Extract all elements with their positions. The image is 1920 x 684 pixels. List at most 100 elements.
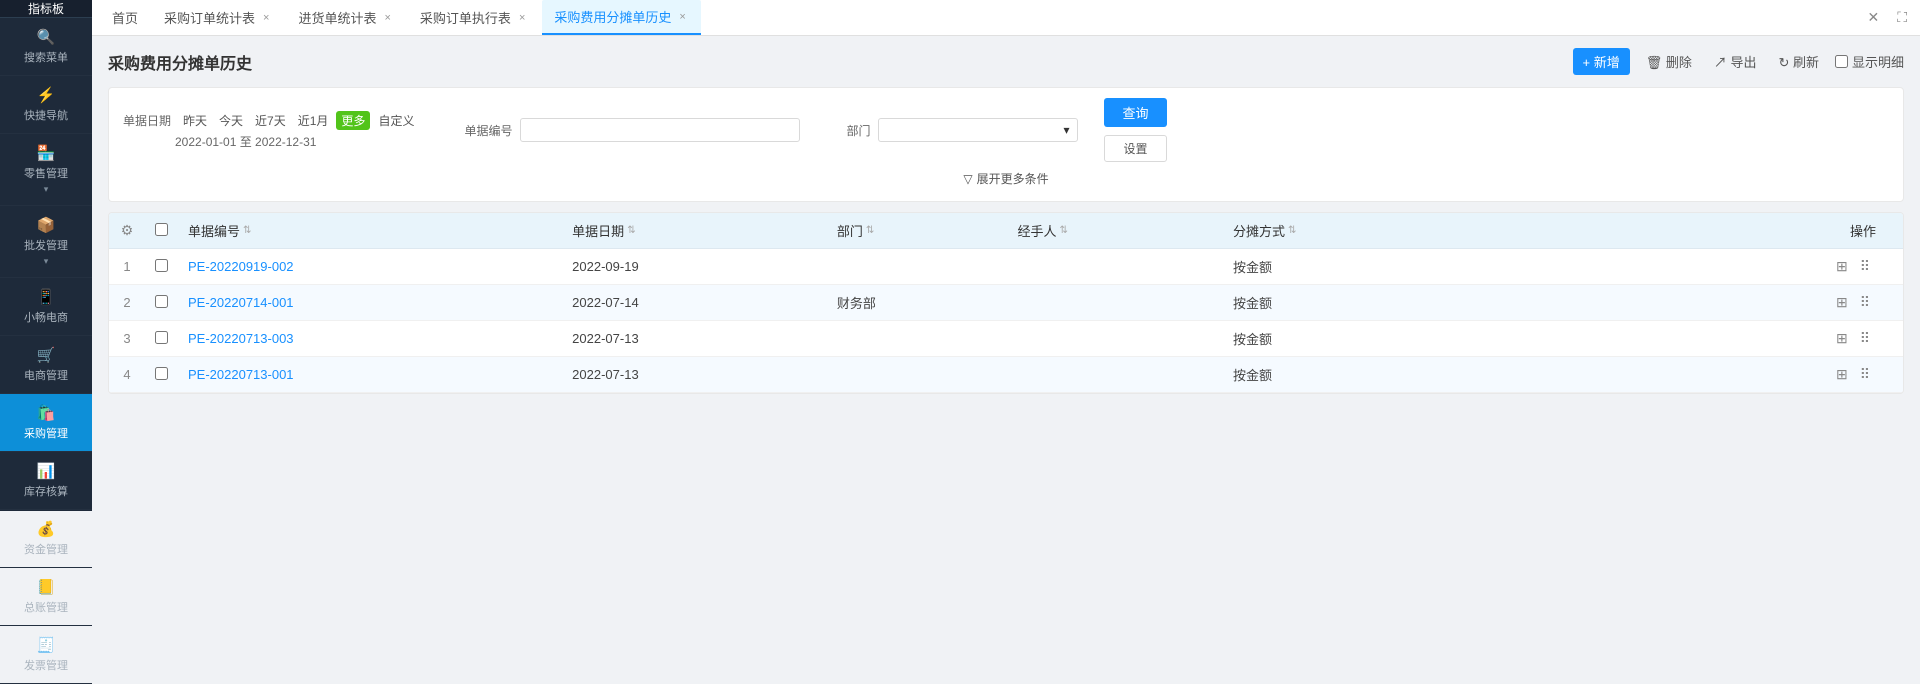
row-cb-2[interactable]: [145, 321, 178, 357]
dept-label: 部门: [846, 122, 870, 139]
tab-bar-right: ✕ ⛶: [1862, 6, 1912, 29]
view-icon-2[interactable]: ⊞: [1833, 328, 1851, 349]
add-button[interactable]: + 新增: [1573, 48, 1630, 75]
expand-window-icon[interactable]: ⛶: [1892, 6, 1912, 29]
tab-home[interactable]: 首页: [100, 0, 150, 35]
inventory-label: 库存核算: [24, 483, 68, 499]
row-action-3: ⊞ ⠿: [1823, 357, 1903, 393]
handler-sort[interactable]: 经手人 ⇅: [1018, 221, 1214, 240]
date-shortcut-0[interactable]: 昨天: [179, 111, 211, 130]
row-handler-3: [1008, 357, 1224, 393]
dept-select[interactable]: ▾: [878, 118, 1078, 142]
tab-purchase-order-exec[interactable]: 采购订单执行表×: [408, 0, 540, 35]
doc-no-link-3[interactable]: PE-20220713-001: [188, 367, 294, 382]
tab-purchase-cost-hist[interactable]: 采购费用分摊单历史×: [542, 0, 700, 35]
more-icon-3[interactable]: ⠿: [1857, 364, 1873, 385]
row-split-method-0: 按金额: [1223, 249, 1823, 285]
more-icon-0[interactable]: ⠿: [1857, 256, 1873, 277]
tab-close-purchase-cost-hist[interactable]: ×: [676, 10, 688, 24]
sidebar-item-mini-shop[interactable]: 📱 小畅电商: [0, 278, 92, 336]
sidebar-item-ledger[interactable]: 📒 总账管理: [0, 568, 92, 626]
doc-date-col-header[interactable]: 单据日期 ⇅: [562, 213, 827, 249]
sidebar-item-purchase[interactable]: 🛍️ 采购管理: [0, 394, 92, 452]
set-button[interactable]: 设置: [1104, 135, 1166, 162]
handler-header-label: 经手人: [1018, 221, 1057, 240]
date-shortcut-1[interactable]: 今天: [215, 111, 247, 130]
show-detail-checkbox[interactable]: 显示明细: [1835, 52, 1904, 71]
row-checkbox-3[interactable]: [155, 367, 168, 380]
retail-icon: 🏪: [37, 144, 56, 162]
finance-label: 资金管理: [24, 541, 68, 557]
wholesale-label: 批发管理: [24, 237, 68, 253]
view-icon-3[interactable]: ⊞: [1833, 364, 1851, 385]
sidebar-item-retail[interactable]: 🏪 零售管理 ▾: [0, 134, 92, 206]
row-checkbox-0[interactable]: [155, 259, 168, 272]
row-dept-1: 财务部: [827, 285, 1008, 321]
sidebar-item-wholesale[interactable]: 📦 批发管理 ▾: [0, 206, 92, 278]
tab-close-purchase-order-exec[interactable]: ×: [516, 11, 528, 25]
sidebar-item-ecommerce[interactable]: 🛒 电商管理: [0, 336, 92, 394]
date-shortcut-3[interactable]: 近1月: [294, 111, 333, 130]
mini-shop-icon: 📱: [37, 288, 56, 306]
row-checkbox-1[interactable]: [155, 295, 168, 308]
view-icon-0[interactable]: ⊞: [1833, 256, 1851, 277]
row-doc-date-1: 2022-07-14: [562, 285, 827, 321]
doc-no-link-2[interactable]: PE-20220713-003: [188, 331, 294, 346]
tab-purchase-order-stat[interactable]: 采购订单统计表×: [152, 0, 284, 35]
tab-close-stock-in-stat[interactable]: ×: [381, 11, 393, 25]
split-method-col-header[interactable]: 分摊方式 ⇅: [1223, 213, 1823, 249]
doc-date-sort[interactable]: 单据日期 ⇅: [572, 221, 817, 240]
more-icon-1[interactable]: ⠿: [1857, 292, 1873, 313]
sidebar-item-quick-nav[interactable]: ⚡ 快捷导航: [0, 76, 92, 134]
doc-no-col-header[interactable]: 单据编号 ⇅: [178, 213, 562, 249]
row-dept-0: [827, 249, 1008, 285]
sidebar-item-inventory[interactable]: 📊 库存核算: [0, 452, 92, 510]
settings-icon[interactable]: ⚙: [121, 222, 134, 238]
expand-label: 展开更多条件: [977, 170, 1049, 187]
doc-no-link-1[interactable]: PE-20220714-001: [188, 295, 294, 310]
doc-no-link-0[interactable]: PE-20220919-002: [188, 259, 294, 274]
row-doc-no-3: PE-20220713-001: [178, 357, 562, 393]
dept-select-arrow: ▾: [1063, 123, 1069, 137]
sidebar-item-invoice[interactable]: 🧾 发票管理: [0, 626, 92, 684]
invoice-label: 发票管理: [24, 657, 68, 673]
date-filter-group: 单据日期 昨天今天近7天近1月更多自定义 2022-01-01 至 2022-1…: [123, 111, 418, 150]
row-cb-0[interactable]: [145, 249, 178, 285]
filter-buttons: 查询 设置: [1104, 98, 1166, 162]
search-button[interactable]: 查询: [1104, 98, 1166, 127]
page-title: 采购费用分摊单历史: [108, 50, 252, 74]
tab-stock-in-stat[interactable]: 进货单统计表×: [286, 0, 405, 35]
tab-close-purchase-order-stat[interactable]: ×: [260, 11, 272, 25]
doc-no-sort[interactable]: 单据编号 ⇅: [188, 221, 552, 240]
date-shortcut-2[interactable]: 近7天: [251, 111, 290, 130]
retail-label: 零售管理: [24, 165, 68, 181]
doc-no-input[interactable]: [520, 118, 800, 142]
sidebar-item-search[interactable]: 🔍 搜索菜单: [0, 18, 92, 76]
show-detail-input[interactable]: [1835, 55, 1848, 68]
refresh-button[interactable]: ↻ 刷新: [1772, 49, 1825, 74]
split-method-sort[interactable]: 分摊方式 ⇅: [1233, 221, 1813, 240]
table-row: 3 PE-20220713-003 2022-07-13 按金额 ⊞ ⠿: [109, 321, 1903, 357]
view-icon-1[interactable]: ⊞: [1833, 292, 1851, 313]
ledger-icon: 📒: [37, 578, 56, 596]
date-shortcut-4[interactable]: 更多: [336, 111, 370, 130]
select-all-checkbox[interactable]: [155, 223, 168, 236]
sidebar-item-finance[interactable]: 💰 资金管理: [0, 510, 92, 568]
settings-col-header[interactable]: ⚙: [109, 213, 145, 249]
handler-col-header[interactable]: 经手人 ⇅: [1008, 213, 1224, 249]
close-window-icon[interactable]: ✕: [1862, 6, 1884, 29]
toolbar: + 新增 🗑 删除 ↗ 导出 ↻ 刷新 显示明细: [1573, 48, 1905, 75]
dept-sort[interactable]: 部门 ⇅: [837, 221, 998, 240]
row-cb-1[interactable]: [145, 285, 178, 321]
date-shortcuts: 昨天今天近7天近1月更多自定义: [179, 111, 418, 130]
delete-button[interactable]: 🗑 删除: [1640, 49, 1698, 74]
export-button[interactable]: ↗ 导出: [1708, 49, 1763, 74]
row-num-3: 4: [109, 357, 145, 393]
date-shortcut-5[interactable]: 自定义: [374, 111, 418, 130]
dept-col-header[interactable]: 部门 ⇅: [827, 213, 1008, 249]
row-cb-3[interactable]: [145, 357, 178, 393]
expand-more-btn[interactable]: ▽ 展开更多条件: [123, 166, 1889, 191]
row-checkbox-2[interactable]: [155, 331, 168, 344]
more-icon-2[interactable]: ⠿: [1857, 328, 1873, 349]
row-handler-0: [1008, 249, 1224, 285]
